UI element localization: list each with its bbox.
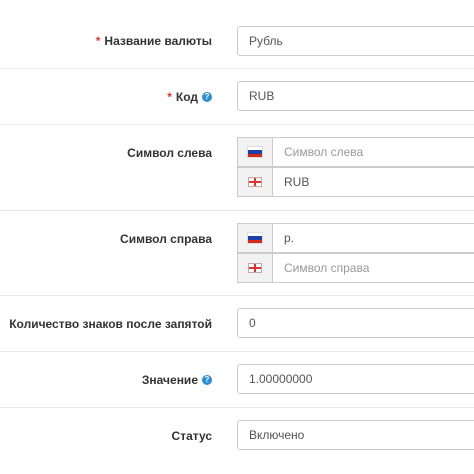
form-row-symbol-right: Символ справа р. Символ справа: [0, 211, 474, 296]
help-icon[interactable]: ?: [202, 92, 212, 102]
symbol-left-ru-group: Символ слева: [237, 137, 474, 167]
currency-name-label: * Название валюты: [95, 34, 212, 48]
form-row-code: * Код ? RUB: [0, 69, 474, 125]
required-marker: *: [95, 34, 101, 48]
form-row-decimal-places: Количество знаков после запятой 0: [0, 296, 474, 352]
gb-flag-icon: [248, 263, 262, 273]
value-input[interactable]: 1.00000000: [237, 364, 474, 394]
symbol-right-gb-input[interactable]: Символ справа: [273, 254, 474, 282]
gb-flag-icon: [248, 177, 262, 187]
ru-flag-icon: [247, 146, 263, 158]
status-select[interactable]: Включено: [237, 420, 474, 450]
form-row-value: Значение ? 1.00000000: [0, 352, 474, 408]
code-input[interactable]: RUB: [237, 81, 474, 111]
form-row-status: Статус Включено: [0, 408, 474, 474]
symbol-left-gb-group: RUB: [237, 167, 474, 197]
symbol-left-ru-input[interactable]: Символ слева: [273, 138, 474, 166]
language-addon-gb: [238, 168, 273, 196]
form-row-currency-name: * Название валюты Рубль: [0, 0, 474, 69]
form-row-symbol-left: Символ слева Символ слева RUB: [0, 125, 474, 211]
decimal-places-input[interactable]: 0: [237, 308, 474, 338]
symbol-right-ru-input[interactable]: р.: [273, 224, 474, 252]
currency-name-input[interactable]: Рубль: [237, 26, 474, 56]
symbol-right-label: Символ справа: [120, 232, 212, 246]
required-marker: *: [167, 90, 172, 104]
ru-flag-icon: [247, 232, 263, 244]
decimal-places-label: Количество знаков после запятой: [9, 317, 212, 331]
symbol-right-gb-group: Символ справа: [237, 253, 474, 283]
help-icon[interactable]: ?: [202, 375, 212, 385]
symbol-right-ru-group: р.: [237, 223, 474, 253]
value-label: Значение ?: [142, 373, 212, 387]
code-label: * Код ?: [167, 90, 212, 104]
language-addon-ru: [238, 138, 273, 166]
status-label: Статус: [171, 429, 212, 443]
language-addon-ru: [238, 224, 273, 252]
symbol-left-gb-input[interactable]: RUB: [273, 168, 474, 196]
symbol-left-label: Символ слева: [127, 146, 212, 160]
language-addon-gb: [238, 254, 273, 282]
